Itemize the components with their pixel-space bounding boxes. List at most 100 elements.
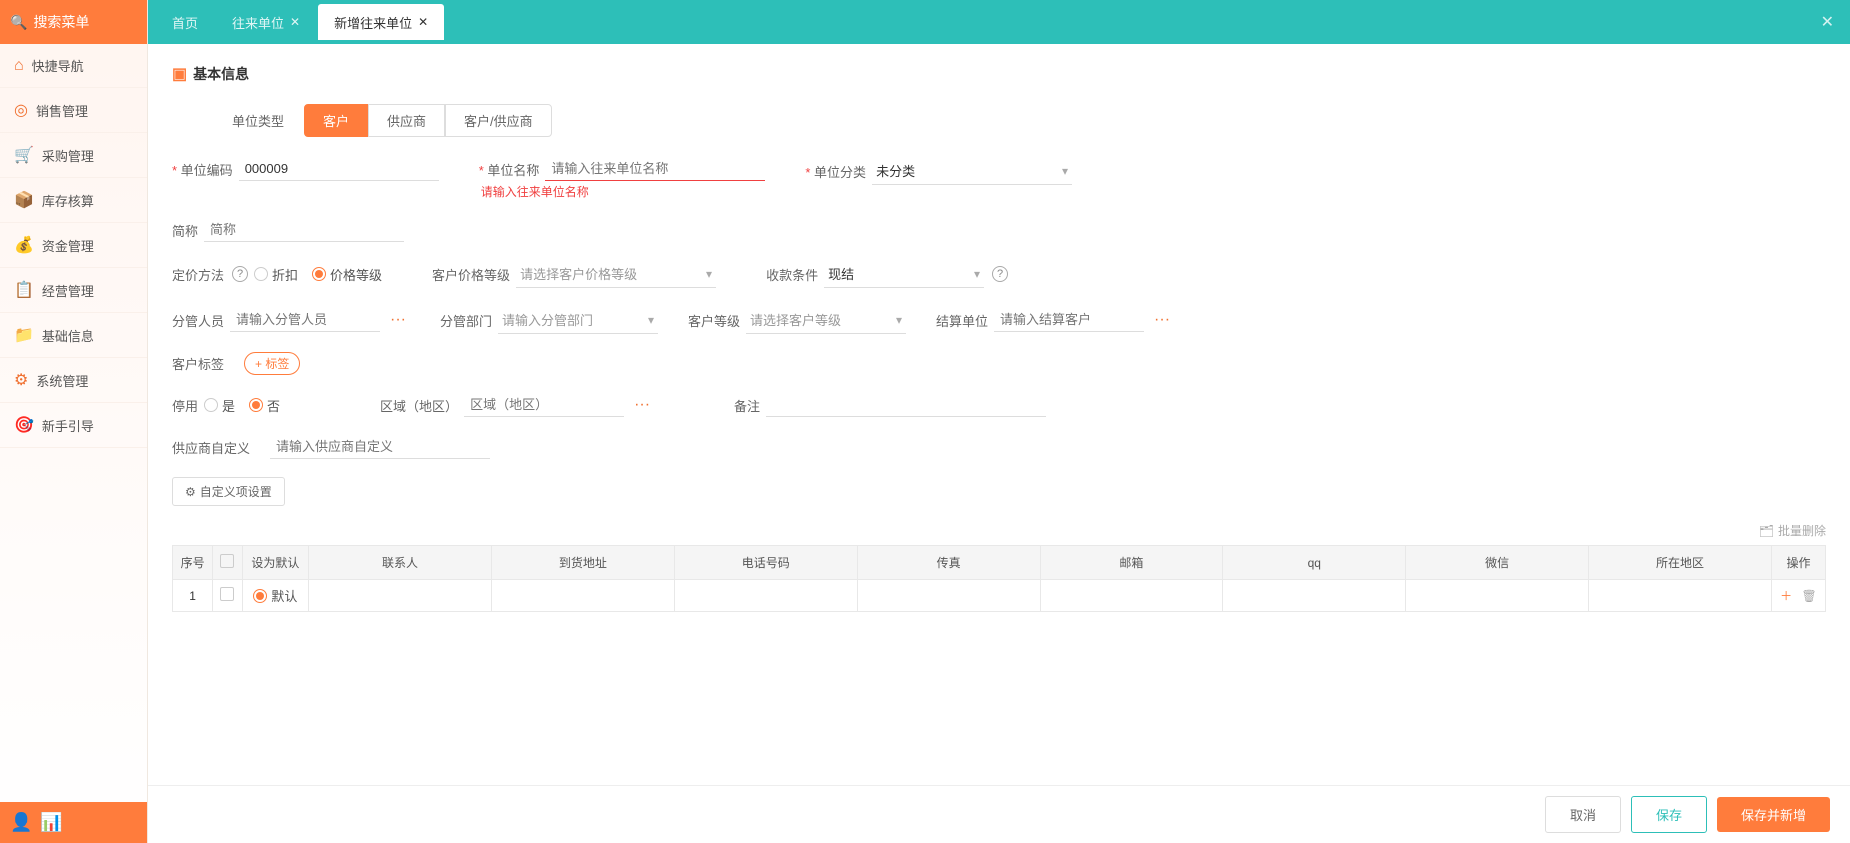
unit-code-input[interactable]: [239, 157, 439, 181]
pricing-row: 定价方法 ? 折扣 价格等级 客户价格等级 请选择客户价格等级: [172, 260, 1826, 288]
customer-level-select[interactable]: 请选择客户等级 ▾: [746, 306, 906, 334]
short-name-input[interactable]: [204, 218, 404, 242]
sidebar-item-operations[interactable]: 📋 经营管理: [0, 268, 147, 313]
contact-table-section: 🗂 批量删除 序号 设为默认 联系人 到货地址 电话号码 传真 邮箱 qq: [172, 522, 1826, 612]
payment-help-icon[interactable]: ?: [992, 266, 1008, 282]
col-address: 到货地址: [491, 546, 674, 580]
save-button[interactable]: 保存: [1631, 796, 1707, 833]
unit-code-field: 单位编码: [172, 157, 439, 181]
cell-region[interactable]: [1589, 580, 1772, 612]
main-panel: 首页 往来单位 ✕ 新增往来单位 ✕ ✕ ▣ 基本信息 单位类型 客户 供应商 …: [148, 0, 1850, 843]
region-dots-button[interactable]: ···: [630, 396, 654, 414]
type-btn-both[interactable]: 客户/供应商: [445, 104, 552, 137]
cell-fax[interactable]: [857, 580, 1040, 612]
sidebar-item-guide[interactable]: 🎯 新手引导: [0, 403, 147, 448]
sidebar-item-quick-nav[interactable]: ⌂ 快捷导航: [0, 44, 147, 88]
remark-input[interactable]: [766, 393, 1046, 417]
sidebar-footer-icon: 📊: [40, 812, 62, 833]
tab-home-label: 首页: [172, 13, 198, 32]
settlement-unit-input[interactable]: [994, 308, 1144, 332]
basic-info-icon: 📁: [14, 325, 34, 345]
search-icon: 🔍: [10, 14, 27, 31]
pricing-help-icon[interactable]: ?: [232, 266, 248, 282]
sidebar-item-label: 基础信息: [42, 326, 94, 345]
manager-input[interactable]: [230, 308, 380, 332]
region-input[interactable]: [464, 393, 624, 417]
sidebar-item-sales[interactable]: ◎ 销售管理: [0, 88, 147, 133]
select-all-checkbox[interactable]: [220, 554, 234, 568]
unit-code-label: 单位编码: [172, 160, 233, 179]
region-field: 区域（地区） ···: [380, 393, 654, 417]
disabled-yes-option[interactable]: 是: [204, 396, 235, 415]
guide-icon: 🎯: [14, 415, 34, 435]
sidebar-item-basic-info[interactable]: 📁 基础信息: [0, 313, 147, 358]
cell-address[interactable]: [491, 580, 674, 612]
sidebar-item-purchase[interactable]: 🛒 采购管理: [0, 133, 147, 178]
unit-category-label: 单位分类: [805, 162, 866, 181]
cell-phone[interactable]: [674, 580, 857, 612]
cell-default: 默认: [242, 580, 308, 612]
pricing-level-label: 价格等级: [330, 265, 382, 284]
custom-settings-button[interactable]: ⚙ 自定义项设置: [172, 477, 285, 506]
save-and-new-button[interactable]: 保存并新增: [1717, 797, 1830, 832]
disabled-no-option[interactable]: 否: [249, 396, 280, 415]
purchase-icon: 🛒: [14, 145, 34, 165]
department-select[interactable]: 请输入分管部门 ▾: [498, 306, 658, 334]
tab-add-unit-close[interactable]: ✕: [418, 16, 428, 28]
settlement-unit-label: 结算单位: [936, 311, 988, 330]
supplier-custom-input[interactable]: [270, 435, 490, 459]
sidebar-item-inventory[interactable]: 📦 库存核算: [0, 178, 147, 223]
default-label: 默认: [271, 586, 297, 605]
tags-row: 客户标签 + 标签: [172, 352, 1826, 375]
sidebar-item-finance[interactable]: 💰 资金管理: [0, 223, 147, 268]
delete-row-icon[interactable]: 🗑: [1802, 589, 1817, 603]
col-action: 操作: [1771, 546, 1825, 580]
settlement-unit-dots-button[interactable]: ···: [1150, 311, 1174, 329]
tab-home[interactable]: 首页: [156, 4, 214, 40]
unit-category-value: 未分类: [876, 161, 1058, 180]
manager-dots-button[interactable]: ···: [386, 311, 410, 329]
type-btn-customer[interactable]: 客户: [304, 104, 368, 137]
payment-terms-select[interactable]: 现结 ▾: [824, 260, 984, 288]
department-placeholder: 请输入分管部门: [502, 310, 644, 329]
batch-delete-label[interactable]: 批量删除: [1778, 522, 1826, 539]
pricing-level-option[interactable]: 价格等级: [312, 265, 382, 284]
pricing-level-radio[interactable]: [312, 267, 326, 281]
payment-terms-value: 现结: [828, 264, 970, 283]
unit-name-field-group: 单位名称 请输入往来单位名称: [479, 157, 766, 200]
manager-label: 分管人员: [172, 311, 224, 330]
sidebar-item-system[interactable]: ⚙ 系统管理: [0, 358, 147, 403]
unit-category-select[interactable]: 未分类 ▾: [872, 157, 1072, 185]
pricing-method-label: 定价方法: [172, 265, 224, 284]
customer-price-level-field: 客户价格等级 请选择客户价格等级 ▾: [432, 260, 716, 288]
pricing-discount-radio[interactable]: [254, 267, 268, 281]
search-menu-button[interactable]: 🔍 搜索菜单: [0, 0, 147, 44]
system-icon: ⚙: [14, 370, 28, 390]
inventory-icon: 📦: [14, 190, 34, 210]
supplier-custom-label: 供应商自定义: [172, 438, 250, 457]
default-radio[interactable]: [253, 589, 267, 603]
default-radio-item[interactable]: 默认: [249, 586, 302, 605]
tab-unit-list-close[interactable]: ✕: [290, 16, 300, 28]
disabled-yes-radio[interactable]: [204, 398, 218, 412]
cell-email[interactable]: [1040, 580, 1223, 612]
add-row-icon[interactable]: ＋: [1780, 589, 1792, 603]
customer-price-level-select[interactable]: 请选择客户价格等级 ▾: [516, 260, 716, 288]
unit-name-input[interactable]: [545, 157, 765, 181]
row-checkbox[interactable]: [220, 587, 234, 601]
cancel-button[interactable]: 取消: [1545, 796, 1621, 833]
cell-wechat[interactable]: [1406, 580, 1589, 612]
col-fax: 传真: [857, 546, 1040, 580]
unit-name-error: 请输入往来单位名称: [481, 183, 766, 200]
cell-qq[interactable]: [1223, 580, 1406, 612]
tab-add-unit[interactable]: 新增往来单位 ✕: [318, 4, 444, 40]
disabled-no-radio[interactable]: [249, 398, 263, 412]
tab-unit-list[interactable]: 往来单位 ✕: [216, 4, 316, 40]
remark-label: 备注: [734, 396, 760, 415]
add-tag-button[interactable]: + 标签: [244, 352, 300, 375]
cell-contact[interactable]: [309, 580, 492, 612]
type-btn-supplier[interactable]: 供应商: [368, 104, 445, 137]
close-all-tabs-button[interactable]: ✕: [1813, 8, 1842, 36]
sidebar-footer: 👤 📊: [0, 802, 147, 843]
pricing-discount-option[interactable]: 折扣: [254, 265, 298, 284]
